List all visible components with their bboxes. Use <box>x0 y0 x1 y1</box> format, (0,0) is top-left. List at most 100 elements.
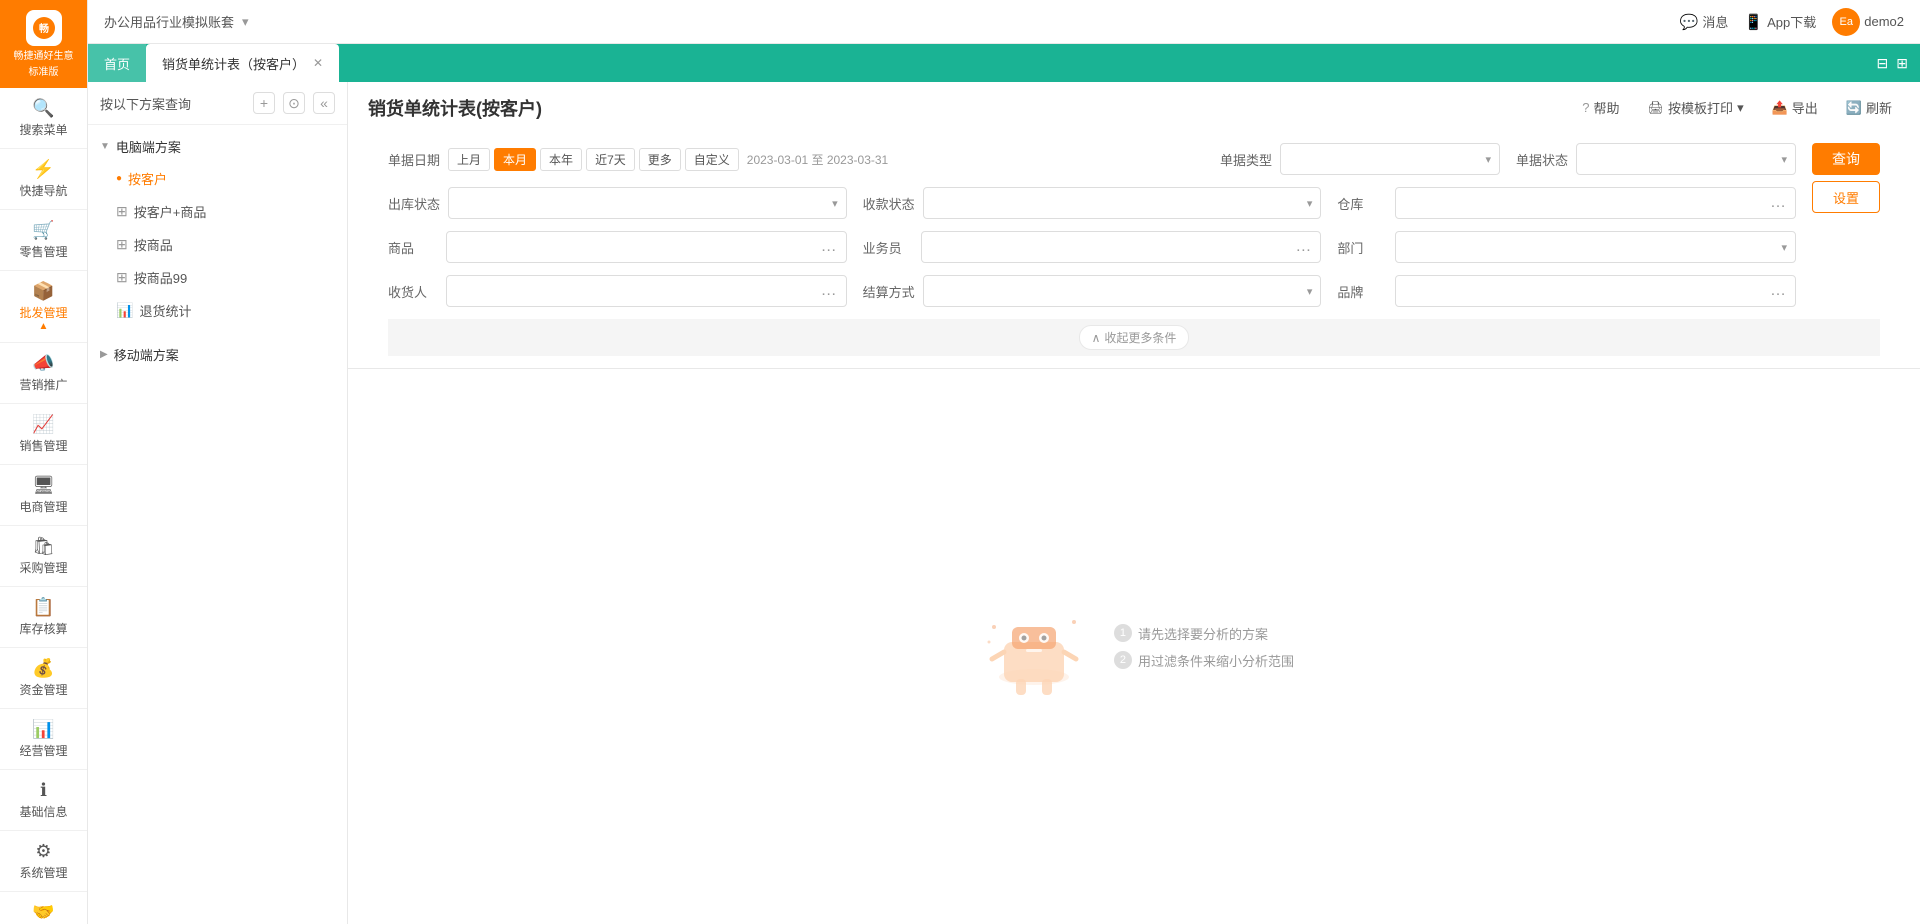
add-scheme-btn[interactable]: + <box>253 92 275 114</box>
date-last-7[interactable]: 近7天 <box>586 148 635 171</box>
date-custom[interactable]: 自定义 <box>685 148 739 171</box>
tab-sales-stat[interactable]: 销货单统计表（按客户） ✕ <box>146 44 339 82</box>
sidebar-item-ecommerce[interactable]: 🖥 电商管理 <box>0 465 87 526</box>
sidebar-item-wholesale[interactable]: 📦 批发管理 ▲ <box>0 271 87 343</box>
tab-home[interactable]: 首页 <box>88 44 146 82</box>
sidebar-item-purchase[interactable]: 🛍 采购管理 <box>0 526 87 587</box>
scheme-return-stat[interactable]: 📊 退货统计 <box>88 294 347 327</box>
industry-dropdown-icon[interactable]: ▾ <box>242 14 249 30</box>
type-control[interactable]: ▾ <box>1280 143 1500 175</box>
tab-sales-stat-label: 销货单统计表（按客户） <box>162 54 305 73</box>
quick-nav-icon: ⚡ <box>32 159 54 180</box>
scheme-by-goods-99[interactable]: ⊞ 按商品99 <box>88 261 347 294</box>
mobile-group-title[interactable]: ▶ 移动端方案 <box>88 339 347 370</box>
by-customer-goods-icon: ⊞ <box>116 203 128 220</box>
brand-field: 品牌 … <box>1337 275 1796 307</box>
status-label: 单据状态 <box>1516 150 1568 169</box>
return-stat-label: 退货统计 <box>139 301 191 320</box>
desktop-group-title[interactable]: ▼ 电脑端方案 <box>88 131 347 162</box>
collapse-panel-btn[interactable]: « <box>313 92 335 114</box>
date-this-year[interactable]: 本年 <box>540 148 582 171</box>
industry-label: 办公用品行业模拟账套 <box>104 12 234 31</box>
sidebar-label-system: 系统管理 <box>19 864 67 881</box>
scheme-by-customer-goods[interactable]: ⊞ 按客户+商品 <box>88 195 347 228</box>
app-name: 畅捷通好生意 <box>14 50 74 63</box>
receiver-control[interactable]: … <box>446 275 847 307</box>
dept-control[interactable]: ▾ <box>1395 231 1796 263</box>
brand-control[interactable]: … <box>1395 275 1796 307</box>
sidebar-item-finance[interactable]: 💰 资金管理 <box>0 648 87 709</box>
query-btn[interactable]: 查询 <box>1812 143 1880 175</box>
app-download-label: App下载 <box>1767 12 1816 31</box>
sidebar-item-system[interactable]: ⚙ 系统管理 <box>0 831 87 892</box>
export-icon: 📤 <box>1772 100 1788 116</box>
date-this-month[interactable]: 本月 <box>494 148 536 171</box>
sidebar-item-basic-info[interactable]: ℹ 基础信息 <box>0 770 87 831</box>
sidebar-item-cooperation[interactable]: 🤝 企业协同 <box>0 892 87 924</box>
settings-btn[interactable]: 设置 <box>1812 181 1880 213</box>
page-actions: ? 帮助 🖨 按模板打印 ▾ 📤 导出 🔄 <box>1574 94 1900 121</box>
hint-1: 1 请先选择要分析的方案 <box>1114 624 1294 643</box>
out-status-dropdown-icon: ▾ <box>832 197 838 210</box>
desktop-group-label: 电脑端方案 <box>116 137 181 156</box>
retail-icon: 🛒 <box>32 220 54 241</box>
settle-control[interactable]: ▾ <box>923 275 1322 307</box>
hint-2-text: 用过滤条件来缩小分析范围 <box>1138 651 1294 670</box>
recv-status-control[interactable]: ▾ <box>923 187 1322 219</box>
date-more[interactable]: 更多 <box>639 148 681 171</box>
settle-label: 结算方式 <box>863 282 915 301</box>
filter-area: 单据日期 上月 本月 本年 近7天 更多 自定义 2023-03-01 至 20… <box>368 131 1900 368</box>
tab-maximize-icon[interactable]: ⊞ <box>1896 55 1908 72</box>
edit-scheme-btn[interactable]: ⊙ <box>283 92 305 114</box>
help-btn[interactable]: ? 帮助 <box>1574 94 1627 121</box>
app-download-btn[interactable]: 📱 App下载 <box>1744 12 1816 31</box>
status-filter-field: 单据状态 ▾ <box>1516 143 1796 175</box>
sidebar-item-sales[interactable]: 📈 销售管理 <box>0 404 87 465</box>
date-filter: 上月 本月 本年 近7天 更多 自定义 2023-03-01 至 2023-03… <box>448 148 888 171</box>
print-btn[interactable]: 🖨 按模板打印 ▾ <box>1640 94 1752 121</box>
sidebar-item-operations[interactable]: 📊 经营管理 <box>0 709 87 770</box>
tab-close-icon[interactable]: ✕ <box>313 56 323 70</box>
out-status-control[interactable]: ▾ <box>448 187 847 219</box>
salesman-control[interactable]: … <box>921 231 1322 263</box>
header-left: 办公用品行业模拟账套 ▾ <box>104 12 249 31</box>
scheme-by-customer[interactable]: ● 按客户 <box>88 162 347 195</box>
brand-label: 品牌 <box>1337 282 1387 301</box>
refresh-btn[interactable]: 🔄 刷新 <box>1838 94 1900 121</box>
tab-minimize-icon[interactable]: ⊟ <box>1877 55 1889 72</box>
sidebar-item-search[interactable]: 🔍 搜索菜单 <box>0 88 87 149</box>
collapse-btn[interactable]: ∧ 收起更多条件 <box>1079 325 1190 350</box>
date-last-month[interactable]: 上月 <box>448 148 490 171</box>
receiver-label: 收货人 <box>388 282 438 301</box>
goods-control[interactable]: … <box>446 231 847 263</box>
messages-btn[interactable]: 💬 消息 <box>1680 12 1729 31</box>
mobile-group-triangle: ▶ <box>100 349 108 360</box>
goods-label: 商品 <box>388 238 438 257</box>
print-icon: 🖨 <box>1648 100 1665 116</box>
right-panel: 销货单统计表(按客户) ? 帮助 🖨 按模板打印 ▾ 📤 <box>348 82 1920 924</box>
messages-label: 消息 <box>1702 12 1728 31</box>
receiver-field: 收货人 … <box>388 275 847 307</box>
status-control[interactable]: ▾ <box>1576 143 1796 175</box>
sidebar-item-quick-nav[interactable]: ⚡ 快捷导航 <box>0 149 87 210</box>
empty-hints: 1 请先选择要分析的方案 2 用过滤条件来缩小分析范围 <box>1114 624 1294 670</box>
date-filter-field: 单据日期 上月 本月 本年 近7天 更多 自定义 2023-03-01 至 20… <box>388 148 1204 171</box>
recv-status-label: 收款状态 <box>863 194 915 213</box>
by-customer-label: 按客户 <box>128 169 167 188</box>
export-btn[interactable]: 📤 导出 <box>1764 94 1826 121</box>
collapse-up-icon: ∧ <box>1092 331 1101 345</box>
sidebar-item-inventory[interactable]: 📋 库存核算 <box>0 587 87 648</box>
print-dropdown-icon: ▾ <box>1737 100 1744 116</box>
sidebar-item-retail[interactable]: 🛒 零售管理 <box>0 210 87 271</box>
sidebar-item-marketing[interactable]: 📣 营销推广 <box>0 343 87 404</box>
scheme-header-label: 按以下方案查询 <box>100 94 245 113</box>
user-info[interactable]: Ea demo2 <box>1832 8 1904 36</box>
scheme-by-goods[interactable]: ⊞ 按商品 <box>88 228 347 261</box>
print-label: 按模板打印 <box>1668 98 1733 117</box>
dept-dropdown-icon: ▾ <box>1781 241 1787 254</box>
sidebar-label-search: 搜索菜单 <box>19 121 67 138</box>
operations-icon: 📊 <box>32 719 54 740</box>
sidebar-label-sales: 销售管理 <box>19 437 67 454</box>
warehouse-control[interactable]: … <box>1395 187 1796 219</box>
sidebar-label-basic-info: 基础信息 <box>19 803 67 820</box>
